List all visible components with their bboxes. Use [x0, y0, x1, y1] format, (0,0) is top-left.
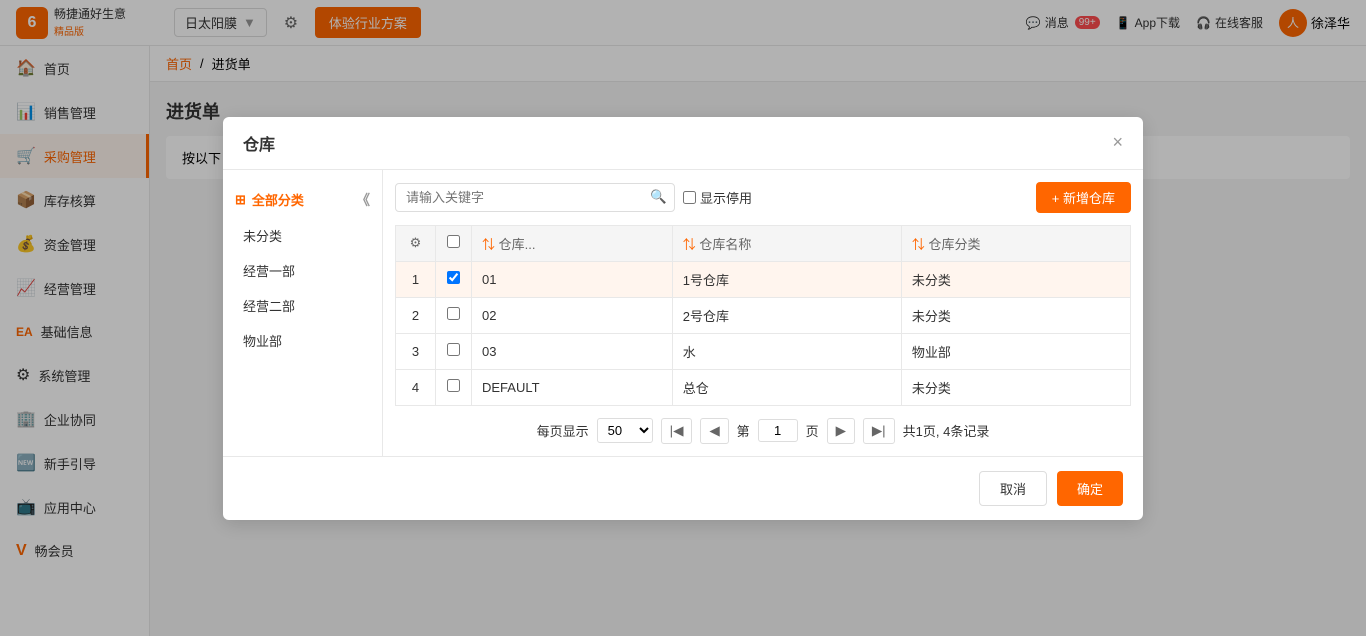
modal-body: ⊞ 全部分类 《 未分类 经营一部 经营二部 物业部: [223, 170, 1143, 456]
page-end-label: 页: [806, 421, 819, 440]
sort-icon-name: ⇅: [683, 237, 696, 252]
th-settings: ⚙: [396, 225, 436, 261]
th-code: ⇅ 仓库...: [472, 225, 673, 261]
table-footer: 每页显示 50 100 200 |◀ ◀ 第 页 ▶ ▶| 共1页, 4条记录: [395, 406, 1131, 444]
cat-item-3[interactable]: 物业部: [223, 323, 382, 358]
per-page-label: 每页显示: [537, 421, 589, 440]
row-index: 2: [396, 297, 436, 333]
search-input-wrap: 🔍: [395, 183, 675, 212]
next-page-button[interactable]: ▶: [827, 418, 855, 444]
table-row[interactable]: 1 01 1号仓库 未分类: [396, 261, 1131, 297]
th-category: ⇅ 仓库分类: [901, 225, 1130, 261]
row-code: 01: [472, 261, 673, 297]
row-category: 未分类: [901, 297, 1130, 333]
th-name: ⇅ 仓库名称: [672, 225, 901, 261]
cat-item-1[interactable]: 经营一部: [223, 253, 382, 288]
first-page-button[interactable]: |◀: [661, 418, 693, 444]
page-label: 第: [737, 421, 750, 440]
last-page-button[interactable]: ▶|: [863, 418, 895, 444]
row-category: 未分类: [901, 369, 1130, 405]
row-category: 物业部: [901, 333, 1130, 369]
table-header-row: ⚙ ⇅ 仓库... ⇅ 仓库名称: [396, 225, 1131, 261]
confirm-button[interactable]: 确定: [1057, 471, 1123, 506]
show-disabled-label: 显示停用: [700, 188, 752, 207]
row-code: 03: [472, 333, 673, 369]
category-all[interactable]: ⊞ 全部分类 《: [223, 182, 382, 218]
prev-page-button[interactable]: ◀: [700, 418, 728, 444]
row-name: 水: [672, 333, 901, 369]
search-icon-button[interactable]: 🔍: [650, 189, 667, 205]
row-code: 02: [472, 297, 673, 333]
show-disabled-input[interactable]: [683, 191, 696, 204]
table-row[interactable]: 4 DEFAULT 总仓 未分类: [396, 369, 1131, 405]
cat-all-label: 全部分类: [252, 190, 304, 209]
cancel-button[interactable]: 取消: [979, 471, 1047, 506]
search-input[interactable]: [395, 183, 675, 212]
row-checkbox[interactable]: [436, 333, 472, 369]
warehouse-modal: 仓库 × ⊞ 全部分类 《 未分类 经营一部 经营二部: [223, 117, 1143, 520]
row-index: 4: [396, 369, 436, 405]
cat-item-2[interactable]: 经营二部: [223, 288, 382, 323]
category-sidebar: ⊞ 全部分类 《 未分类 经营一部 经营二部 物业部: [223, 170, 383, 456]
modal-close-button[interactable]: ×: [1112, 132, 1123, 153]
row-name: 总仓: [672, 369, 901, 405]
warehouse-table: ⚙ ⇅ 仓库... ⇅ 仓库名称: [395, 225, 1131, 406]
table-toolbar: 🔍 显示停用 + 新增仓库: [395, 182, 1131, 213]
modal-overlay: 仓库 × ⊞ 全部分类 《 未分类 经营一部 经营二部: [0, 0, 1366, 636]
show-disabled-checkbox[interactable]: 显示停用: [683, 188, 752, 207]
row-index: 3: [396, 333, 436, 369]
total-label: 共1页, 4条记录: [903, 421, 990, 440]
table-body: 1 01 1号仓库 未分类 2: [396, 261, 1131, 405]
modal-header: 仓库 ×: [223, 117, 1143, 170]
th-checkbox: [436, 225, 472, 261]
collapse-icon[interactable]: 《: [356, 190, 370, 210]
row-category: 未分类: [901, 261, 1130, 297]
table-head: ⚙ ⇅ 仓库... ⇅ 仓库名称: [396, 225, 1131, 261]
row-checkbox[interactable]: [436, 261, 472, 297]
modal-title: 仓库: [243, 131, 1112, 155]
cat-item-0[interactable]: 未分类: [223, 218, 382, 253]
new-warehouse-button[interactable]: + 新增仓库: [1036, 182, 1131, 213]
row-name: 2号仓库: [672, 297, 901, 333]
row-index: 1: [396, 261, 436, 297]
sort-icon: ⇅: [482, 237, 495, 252]
modal-footer: 取消 确定: [223, 456, 1143, 520]
table-area: 🔍 显示停用 + 新增仓库 ⚙: [383, 170, 1143, 456]
sort-icon-cat: ⇅: [912, 237, 925, 252]
row-code: DEFAULT: [472, 369, 673, 405]
page-input[interactable]: [758, 419, 798, 442]
select-all-checkbox[interactable]: [447, 235, 460, 248]
table-row[interactable]: 2 02 2号仓库 未分类: [396, 297, 1131, 333]
row-name: 1号仓库: [672, 261, 901, 297]
per-page-select[interactable]: 50 100 200: [597, 418, 653, 443]
row-checkbox[interactable]: [436, 369, 472, 405]
grid-icon: ⊞: [235, 192, 246, 208]
row-checkbox[interactable]: [436, 297, 472, 333]
table-row[interactable]: 3 03 水 物业部: [396, 333, 1131, 369]
